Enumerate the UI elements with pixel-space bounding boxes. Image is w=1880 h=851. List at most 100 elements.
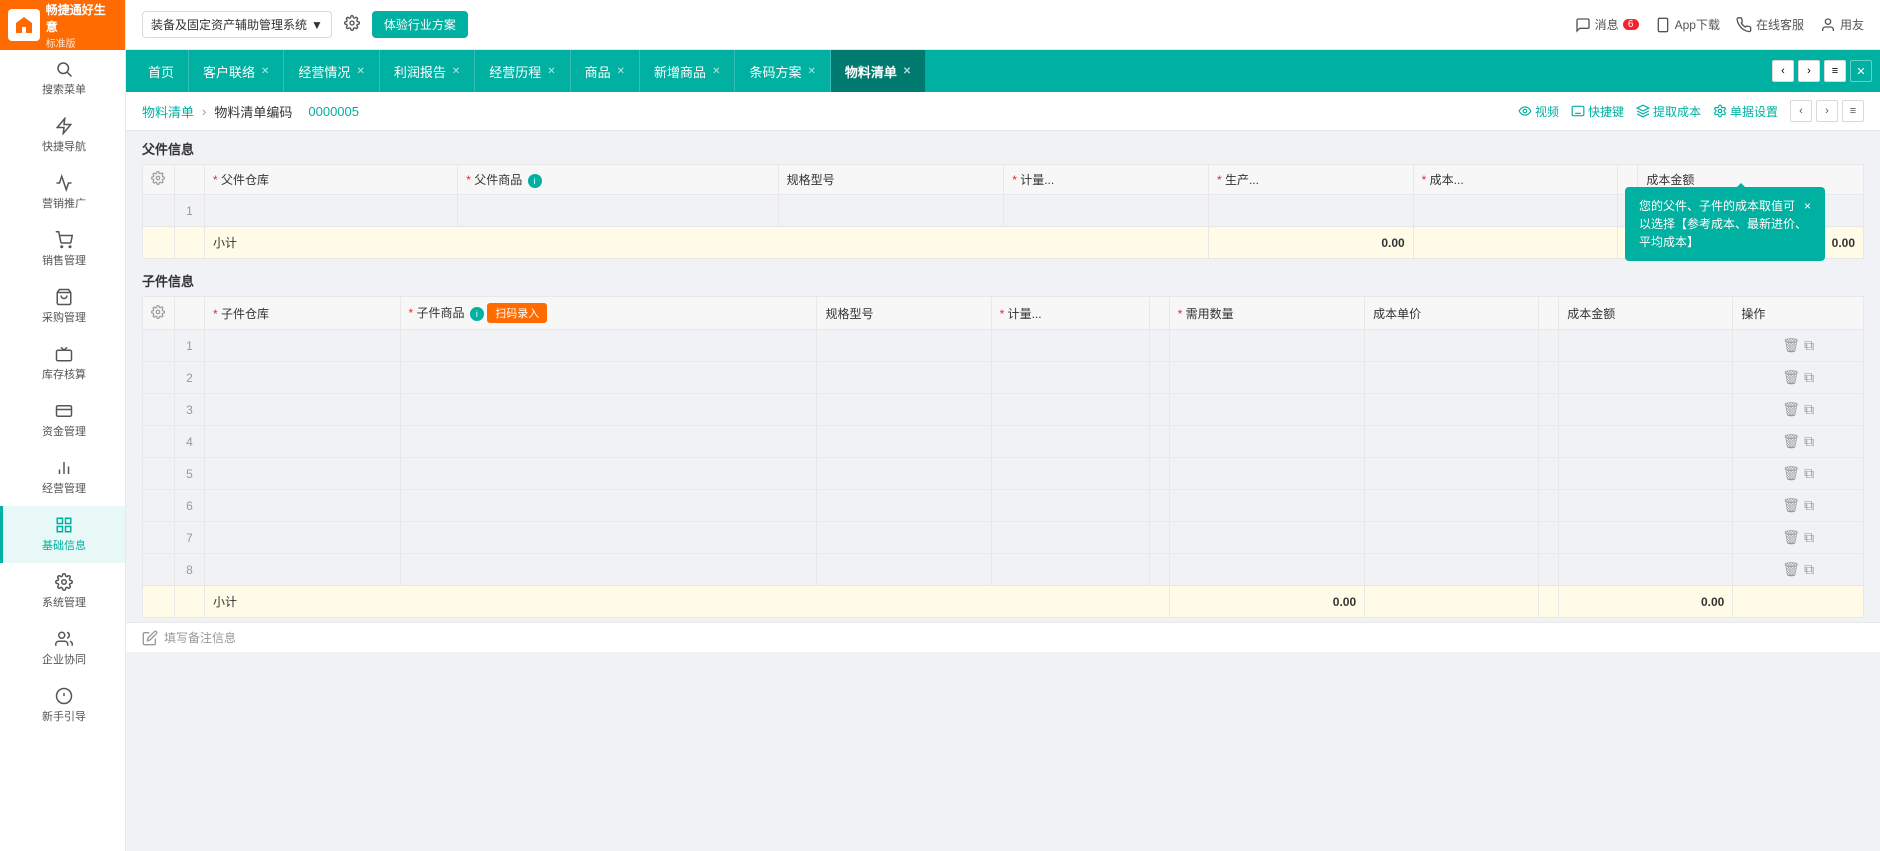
child-row-5-qty-needed[interactable] xyxy=(1169,458,1365,490)
grid-view-btn[interactable]: ≡ xyxy=(1842,100,1864,122)
child-row-2-delete-icon[interactable]: 🗑 xyxy=(1782,369,1800,386)
child-row-5-cost-unit[interactable] xyxy=(1365,458,1539,490)
child-row-2-qty[interactable] xyxy=(991,362,1149,394)
scan-input-button[interactable]: 扫码录入 xyxy=(487,303,547,323)
sidebar-item-quick-nav[interactable]: 快捷导航 xyxy=(0,107,125,164)
parent-row-1-warehouse[interactable] xyxy=(205,195,458,227)
prev-record-btn[interactable]: ‹ xyxy=(1790,100,1812,122)
child-row-2-product[interactable] xyxy=(400,362,817,394)
child-row-4-spec[interactable] xyxy=(817,426,991,458)
child-row-7-product[interactable] xyxy=(400,522,817,554)
nav-scroll-right[interactable]: › xyxy=(1798,60,1820,82)
child-row-7-copy-icon[interactable]: ⧉ xyxy=(1804,529,1814,546)
child-row-6-qty[interactable] xyxy=(991,490,1149,522)
child-row-7-spec[interactable] xyxy=(817,522,991,554)
child-row-4-product[interactable] xyxy=(400,426,817,458)
tab-barcode-close[interactable]: ✕ xyxy=(807,66,815,77)
child-row-6-qty-needed[interactable] xyxy=(1169,490,1365,522)
child-row-5-delete-icon[interactable]: 🗑 xyxy=(1782,465,1800,482)
child-row-2-qty-needed[interactable] xyxy=(1169,362,1365,394)
tab-new-goods-close[interactable]: ✕ xyxy=(712,66,720,77)
sidebar-item-guide[interactable]: 新手引导 xyxy=(0,677,125,734)
child-row-1-qty-needed[interactable] xyxy=(1169,330,1365,362)
child-row-2-copy-icon[interactable]: ⧉ xyxy=(1804,369,1814,386)
nav-close-all[interactable]: ✕ xyxy=(1850,60,1872,82)
child-row-5-qty[interactable] xyxy=(991,458,1149,490)
child-row-3-cost-unit[interactable] xyxy=(1365,394,1539,426)
child-row-5-spec[interactable] xyxy=(817,458,991,490)
child-row-2-spec[interactable] xyxy=(817,362,991,394)
child-row-6-cost-unit[interactable] xyxy=(1365,490,1539,522)
trial-button[interactable]: 体验行业方案 xyxy=(372,11,468,38)
message-button[interactable]: 消息 6 xyxy=(1575,16,1639,33)
child-row-8-copy-icon[interactable]: ⧉ xyxy=(1804,561,1814,578)
tab-bom-close[interactable]: ✕ xyxy=(903,66,911,77)
child-row-7-qty[interactable] xyxy=(991,522,1149,554)
child-row-1-cost-unit[interactable] xyxy=(1365,330,1539,362)
child-row-1-copy-icon[interactable]: ⧉ xyxy=(1804,337,1814,354)
child-row-2-cost-unit[interactable] xyxy=(1365,362,1539,394)
tab-profit-close[interactable]: ✕ xyxy=(452,66,460,77)
tab-customer-close[interactable]: ✕ xyxy=(261,66,269,77)
extract-cost-action[interactable]: 提取成本 xyxy=(1636,103,1701,120)
tab-operation-status-close[interactable]: ✕ xyxy=(356,66,364,77)
tab-customer[interactable]: 客户联络 ✕ xyxy=(189,50,284,92)
parent-row-1-spec[interactable] xyxy=(778,195,1004,227)
child-row-6-delete-icon[interactable]: 🗑 xyxy=(1782,497,1800,514)
child-row-3-qty[interactable] xyxy=(991,394,1149,426)
parent-row-1-product[interactable] xyxy=(458,195,778,227)
user-avatar[interactable]: 用友 xyxy=(1820,16,1864,33)
sidebar-item-inventory[interactable]: 库存核算 xyxy=(0,335,125,392)
sidebar-item-finance[interactable]: 资金管理 xyxy=(0,392,125,449)
child-row-5-copy-icon[interactable]: ⧉ xyxy=(1804,465,1814,482)
child-row-1-qty[interactable] xyxy=(991,330,1149,362)
child-row-3-qty-needed[interactable] xyxy=(1169,394,1365,426)
child-row-8-cost-unit[interactable] xyxy=(1365,554,1539,586)
sidebar-item-operation[interactable]: 经营管理 xyxy=(0,449,125,506)
child-row-6-product[interactable] xyxy=(400,490,817,522)
view-action[interactable]: 视频 xyxy=(1518,103,1559,120)
child-row-3-delete-icon[interactable]: 🗑 xyxy=(1782,401,1800,418)
child-row-6-warehouse[interactable] xyxy=(205,490,401,522)
child-row-6-copy-icon[interactable]: ⧉ xyxy=(1804,497,1814,514)
child-row-4-copy-icon[interactable]: ⧉ xyxy=(1804,433,1814,450)
child-row-8-spec[interactable] xyxy=(817,554,991,586)
child-row-1-spec[interactable] xyxy=(817,330,991,362)
child-row-8-warehouse[interactable] xyxy=(205,554,401,586)
child-row-4-cost-unit[interactable] xyxy=(1365,426,1539,458)
sidebar-item-marketing[interactable]: 营销推广 xyxy=(0,164,125,221)
sidebar-item-basic[interactable]: 基础信息 xyxy=(0,506,125,563)
next-record-btn[interactable]: › xyxy=(1816,100,1838,122)
parent-row-1-production[interactable] xyxy=(1208,195,1413,227)
child-row-8-product[interactable] xyxy=(400,554,817,586)
child-row-1-delete-icon[interactable]: 🗑 xyxy=(1782,337,1800,354)
child-row-6-spec[interactable] xyxy=(817,490,991,522)
child-row-8-delete-icon[interactable]: 🗑 xyxy=(1782,561,1800,578)
child-row-7-qty-needed[interactable] xyxy=(1169,522,1365,554)
app-download-button[interactable]: App下载 xyxy=(1655,16,1720,33)
tooltip-close-button[interactable]: × xyxy=(1804,197,1811,215)
tab-goods[interactable]: 商品 ✕ xyxy=(571,50,640,92)
child-row-3-warehouse[interactable] xyxy=(205,394,401,426)
shortcut-action[interactable]: 快捷键 xyxy=(1571,103,1624,120)
child-row-8-qty[interactable] xyxy=(991,554,1149,586)
child-row-7-delete-icon[interactable]: 🗑 xyxy=(1782,529,1800,546)
tab-bom[interactable]: 物料清单 ✕ xyxy=(831,50,926,92)
child-row-3-copy-icon[interactable]: ⧉ xyxy=(1804,401,1814,418)
tab-operation-status[interactable]: 经营情况 ✕ xyxy=(284,50,379,92)
single-settings-action[interactable]: 单据设置 xyxy=(1713,103,1778,120)
child-row-4-warehouse[interactable] xyxy=(205,426,401,458)
tab-barcode[interactable]: 条码方案 ✕ xyxy=(735,50,830,92)
sidebar-item-purchase[interactable]: 采购管理 xyxy=(0,278,125,335)
sidebar-item-collab[interactable]: 企业协同 xyxy=(0,620,125,677)
child-row-5-warehouse[interactable] xyxy=(205,458,401,490)
child-row-2-warehouse[interactable] xyxy=(205,362,401,394)
sidebar-item-system[interactable]: 系统管理 xyxy=(0,563,125,620)
child-row-4-delete-icon[interactable]: 🗑 xyxy=(1782,433,1800,450)
sidebar-item-search[interactable]: 搜索菜单 xyxy=(0,50,125,107)
gear-button[interactable] xyxy=(344,15,360,34)
tab-profit[interactable]: 利润报告 ✕ xyxy=(380,50,475,92)
child-row-8-qty-needed[interactable] xyxy=(1169,554,1365,586)
nav-menu-btn[interactable]: ≡ xyxy=(1824,60,1846,82)
system-selector[interactable]: 装备及固定资产辅助管理系统 ▼ xyxy=(142,11,332,38)
